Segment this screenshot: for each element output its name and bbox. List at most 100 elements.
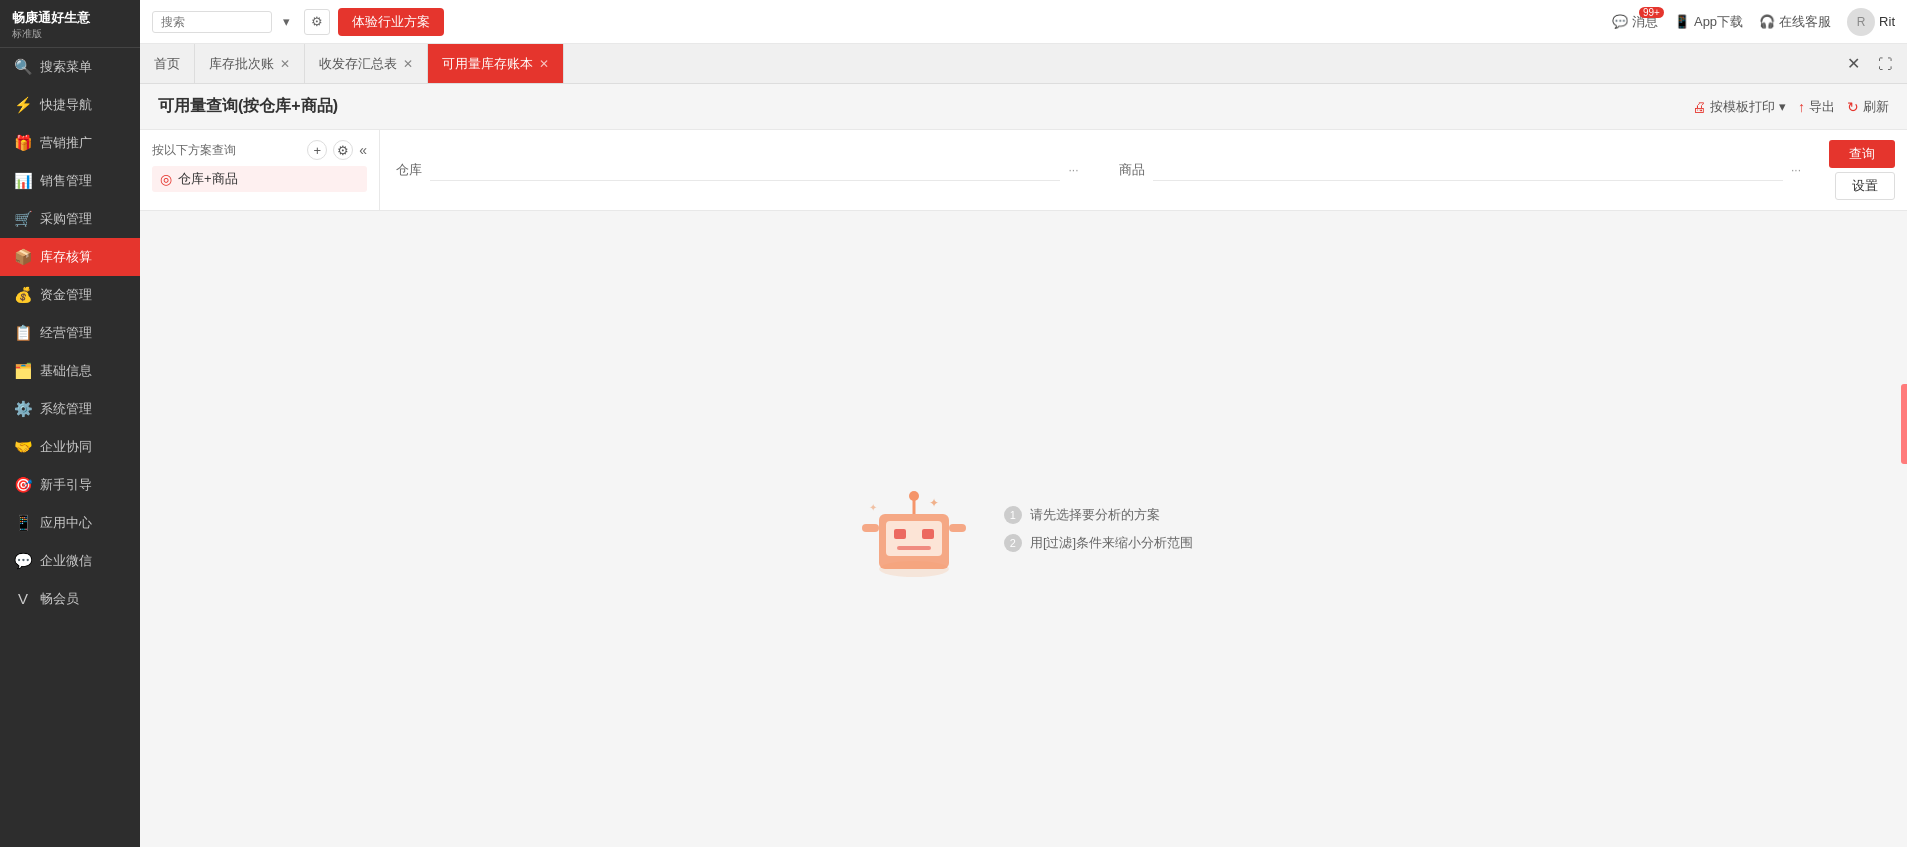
sidebar-item-operation[interactable]: 📋经营管理 (0, 314, 140, 352)
sidebar-label-basic: 基础信息 (40, 362, 92, 380)
export-label: 导出 (1809, 98, 1835, 116)
empty-tips: 1 请先选择要分析的方案 2 用[过滤]条件来缩小分析范围 (1004, 506, 1193, 552)
tab-label-batch-account: 库存批次账 (209, 55, 274, 73)
add-scheme-button[interactable]: + (307, 140, 327, 160)
topbar: ▾ ⚙ 体验行业方案 💬 消息 99+ 📱 App下载 🎧 在线客服 R Rit (140, 0, 1907, 44)
logo-title: 畅康通好生意 (12, 10, 128, 27)
tab-close-batch-account[interactable]: ✕ (280, 57, 290, 71)
warehouse-input[interactable] (430, 159, 1060, 181)
sidebar-icon-basic: 🗂️ (14, 362, 32, 380)
query-button[interactable]: 查询 (1829, 140, 1895, 168)
sidebar-item-quick-nav[interactable]: ⚡快捷导航 (0, 86, 140, 124)
settings-scheme-button[interactable]: ⚙ (333, 140, 353, 160)
sidebar-item-app-center[interactable]: 📱应用中心 (0, 504, 140, 542)
message-button[interactable]: 💬 消息 99+ (1612, 13, 1658, 31)
export-button[interactable]: ↑ 导出 (1798, 98, 1835, 116)
product-more-icon[interactable]: ··· (1791, 163, 1801, 177)
industry-button[interactable]: 体验行业方案 (338, 8, 444, 36)
user-profile[interactable]: R Rit (1847, 8, 1895, 36)
tab-batch-account[interactable]: 库存批次账 ✕ (195, 44, 305, 83)
query-settings-button[interactable]: 设置 (1835, 172, 1895, 200)
scheme-icon: ◎ (160, 171, 172, 187)
svg-rect-9 (949, 524, 966, 532)
sidebar-item-inventory[interactable]: 📦库存核算 (0, 238, 140, 276)
warehouse-more-icon[interactable]: ··· (1068, 163, 1078, 177)
sidebar-icon-search: 🔍 (14, 58, 32, 76)
online-service-button[interactable]: 🎧 在线客服 (1759, 13, 1831, 31)
sidebar-icon-purchase: 🛒 (14, 210, 32, 228)
print-dropdown-icon[interactable]: ▾ (1779, 99, 1786, 114)
query-scheme-title: 按以下方案查询 (152, 142, 236, 159)
main-area: ▾ ⚙ 体验行业方案 💬 消息 99+ 📱 App下载 🎧 在线客服 R Rit (140, 0, 1907, 847)
sidebar-item-finance[interactable]: 💰资金管理 (0, 276, 140, 314)
app-download-button[interactable]: 📱 App下载 (1674, 13, 1743, 31)
scroll-indicator[interactable] (1901, 384, 1907, 464)
print-button[interactable]: 🖨 按模板打印 ▾ (1692, 98, 1786, 116)
refresh-button[interactable]: ↻ 刷新 (1847, 98, 1889, 116)
search-input[interactable] (152, 11, 272, 33)
product-field: 商品 ··· (1119, 159, 1802, 181)
warehouse-field: 仓库 ··· (396, 159, 1079, 181)
tab-label-home: 首页 (154, 55, 180, 73)
sidebar-icon-wechat: 💬 (14, 552, 32, 570)
svg-rect-2 (886, 521, 942, 556)
tab-label-receipt-summary: 收发存汇总表 (319, 55, 397, 73)
message-icon: 💬 (1612, 14, 1628, 29)
tab-receipt-summary[interactable]: 收发存汇总表 ✕ (305, 44, 428, 83)
svg-rect-8 (862, 524, 879, 532)
sidebar-logo: 畅康通好生意 标准版 (0, 0, 140, 48)
tab-available-qty[interactable]: 可用量库存账本 ✕ (428, 44, 564, 83)
tab-close-receipt-summary[interactable]: ✕ (403, 57, 413, 71)
tabs-right-actions: ✕ ⛶ (1839, 44, 1907, 83)
scheme-item-warehouse-product[interactable]: ◎ 仓库+商品 (152, 166, 367, 192)
sidebar-item-wechat[interactable]: 💬 企业微信 (0, 542, 140, 580)
dropdown-icon[interactable]: ▾ (276, 12, 296, 32)
sidebar-label-app-center: 应用中心 (40, 514, 92, 532)
svg-text:✦: ✦ (869, 502, 877, 513)
tabs-bar: 首页 库存批次账 ✕ 收发存汇总表 ✕ 可用量库存账本 ✕ ✕ ⛶ (140, 44, 1907, 84)
tab-expand-button[interactable]: ⛶ (1871, 50, 1899, 78)
sidebar-item-purchase[interactable]: 🛒 采购管理 (0, 200, 140, 238)
sidebar-label-search: 搜索菜单 (40, 58, 92, 76)
tab-close-available-qty[interactable]: ✕ (539, 57, 549, 71)
settings-icon[interactable]: ⚙ (304, 9, 330, 35)
sidebar-item-newbie[interactable]: 🎯新手引导 (0, 466, 140, 504)
sidebar-label-purchase: 采购管理 (40, 210, 92, 228)
sidebar-label-system: 系统管理 (40, 400, 92, 418)
phone-icon: 📱 (1674, 14, 1690, 29)
page-content: 可用量查询(按仓库+商品) 🖨 按模板打印 ▾ ↑ 导出 ↻ 刷新 (140, 84, 1907, 847)
query-actions: 查询 设置 (1817, 130, 1907, 210)
query-right: 仓库 ··· 商品 ··· (380, 130, 1817, 210)
tip-text-2: 用[过滤]条件来缩小分析范围 (1030, 534, 1193, 552)
tip-num-1: 1 (1004, 506, 1022, 524)
product-input[interactable] (1153, 159, 1783, 181)
sidebar-icon-enterprise: 🤝 (14, 438, 32, 456)
sidebar-item-member[interactable]: V畅会员 (0, 580, 140, 618)
collapse-icon[interactable]: « (359, 142, 367, 158)
sidebar-item-search[interactable]: 🔍 搜索菜单 (0, 48, 140, 86)
sidebar-label-enterprise: 企业协同 (40, 438, 92, 456)
empty-state: ✦ ✦ 1 请先选择要分析的方案 2 用[过滤]条件来缩小分析范围 (140, 211, 1907, 847)
query-left-header: 按以下方案查询 + ⚙ « (152, 140, 367, 160)
sidebar-item-system[interactable]: ⚙️系统管理 (0, 390, 140, 428)
sidebar-label-newbie: 新手引导 (40, 476, 92, 494)
sidebar-item-enterprise[interactable]: 🤝 企业协同 (0, 428, 140, 466)
page-header-actions: 🖨 按模板打印 ▾ ↑ 导出 ↻ 刷新 (1692, 98, 1889, 116)
print-label: 按模板打印 (1710, 98, 1775, 116)
sidebar-label-wechat: 企业微信 (40, 552, 92, 570)
refresh-label: 刷新 (1863, 98, 1889, 116)
tab-close-all-button[interactable]: ✕ (1839, 50, 1867, 78)
query-panel: 按以下方案查询 + ⚙ « ◎ 仓库+商品 仓库 ··· (140, 130, 1907, 211)
svg-rect-5 (897, 546, 931, 550)
sidebar-label-marketing: 营销推广 (40, 134, 92, 152)
sidebar-item-marketing[interactable]: 🎁营销推广 (0, 124, 140, 162)
tab-home[interactable]: 首页 (140, 44, 195, 83)
sidebar-item-sales[interactable]: 📊销售管理 (0, 162, 140, 200)
sidebar-label-sales: 销售管理 (40, 172, 92, 190)
tip-num-2: 2 (1004, 534, 1022, 552)
logo-sub: 标准版 (12, 27, 128, 41)
product-label: 商品 (1119, 161, 1145, 179)
sidebar-label-quick-nav: 快捷导航 (40, 96, 92, 114)
sidebar-item-basic[interactable]: 🗂️ 基础信息 (0, 352, 140, 390)
tab-label-available-qty: 可用量库存账本 (442, 55, 533, 73)
